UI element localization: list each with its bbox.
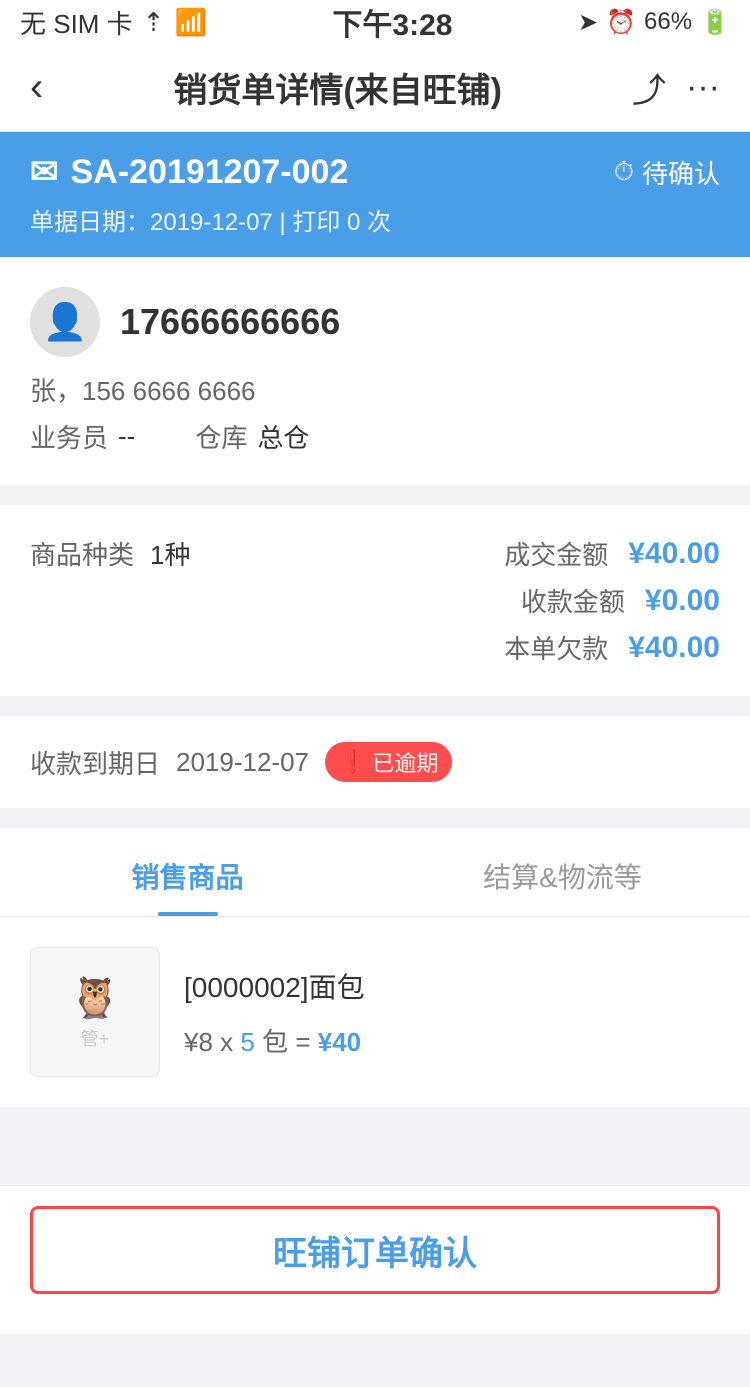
product-owl-icon: 🦉 [70, 974, 120, 1021]
product-type-row: 商品种类 1种 [30, 535, 190, 572]
product-item: 🦉 管+ [0000002]面包 ¥8 x 5 包 = ¥40 [30, 947, 720, 1077]
customer-meta: 业务员 -- 仓库 总仓 [30, 418, 720, 455]
avatar-icon: 👤 [43, 301, 88, 343]
price-value: ¥8 [184, 1027, 213, 1057]
product-info: [0000002]面包 ¥8 x 5 包 = ¥40 [184, 966, 720, 1059]
overdue-date: 2019-12-07 [176, 747, 309, 778]
product-unit: 包 [262, 1027, 288, 1057]
overdue-badge-text: 已逾期 [372, 746, 438, 778]
order-header: ✉ SA-20191207-002 ⏱ 待确认 单据日期：2019-12-07 … [0, 132, 750, 257]
bottom-btn-area: 旺铺订单确认 [0, 1185, 750, 1334]
product-name: [0000002]面包 [184, 966, 720, 1006]
salesperson-value: -- [118, 421, 135, 452]
status-time: 下午3:28 [332, 0, 452, 44]
product-image-inner: 🦉 管+ [70, 974, 120, 1051]
tab-products[interactable]: 销售商品 [0, 828, 375, 916]
overdue-label: 收款到期日 [30, 744, 160, 781]
avatar: 👤 [30, 287, 100, 357]
warehouse-item: 仓库 总仓 [195, 418, 309, 455]
product-price: ¥8 x 5 包 = ¥40 [184, 1022, 720, 1059]
status-clock-icon: ⏱ [614, 156, 634, 188]
customer-section: 👤 17666666666 张，156 6666 6666 业务员 -- 仓库 … [0, 257, 750, 485]
summary-section: 商品种类 1种 成交金额 ¥40.00 收款金额 ¥0.00 本单欠款 ¥40.… [0, 505, 750, 696]
received-label: 收款金额 [521, 582, 625, 619]
status-left: 无 SIM 卡 ⇡ 📶 [20, 4, 207, 41]
back-button[interactable]: ‹ [30, 65, 43, 110]
status-right: ➤ ⏰ 66% 🔋 [578, 8, 730, 37]
multiply-sign: x [220, 1027, 233, 1057]
wifi-icon: ⇡ [143, 7, 165, 38]
confirm-btn-label: 旺铺订单确认 [273, 1226, 477, 1275]
order-icon: ✉ [30, 152, 59, 192]
received-value: ¥0.00 [645, 584, 720, 618]
received-row: 收款金额 ¥0.00 [521, 582, 720, 619]
wifi-signal: 📶 [174, 7, 206, 38]
location-icon: ➤ [578, 8, 598, 37]
amount-row: 成交金额 ¥40.00 [504, 535, 720, 572]
amounts-column: 成交金额 ¥40.00 收款金额 ¥0.00 本单欠款 ¥40.00 [504, 535, 720, 666]
confirm-button[interactable]: 旺铺订单确认 [30, 1206, 720, 1294]
product-qty: 5 [240, 1027, 254, 1057]
product-image: 🦉 管+ [30, 947, 160, 1077]
battery-icon: 🔋 [700, 8, 730, 37]
salesperson-item: 业务员 -- [30, 418, 135, 455]
tabs: 销售商品 结算&物流等 [0, 828, 750, 917]
tab-settlement-label: 结算&物流等 [483, 862, 642, 893]
overdue-badge-icon: ❗ [339, 749, 366, 775]
amount-value: ¥40.00 [628, 537, 720, 571]
customer-contact: 张，156 6666 6666 [30, 371, 720, 408]
alarm-icon: ⏰ [606, 8, 636, 37]
owed-value: ¥40.00 [628, 631, 720, 665]
salesperson-label: 业务员 [30, 418, 108, 455]
more-icon[interactable]: ··· [686, 68, 720, 107]
product-section: 🦉 管+ [0000002]面包 ¥8 x 5 包 = ¥40 [0, 917, 750, 1107]
product-type-value: 1种 [150, 535, 190, 572]
share-icon[interactable]: ⤴ [632, 63, 666, 112]
warehouse-value: 总仓 [257, 418, 309, 455]
status-bar: 无 SIM 卡 ⇡ 📶 下午3:28 ➤ ⏰ 66% 🔋 [0, 0, 750, 44]
order-date: 单据日期：2019-12-07 | 打印 0 次 [30, 202, 720, 237]
owed-row: 本单欠款 ¥40.00 [504, 629, 720, 666]
product-brand-text: 管+ [81, 1025, 110, 1051]
page-title: 销货单详情(来自旺铺) [173, 63, 502, 112]
overdue-section: 收款到期日 2019-12-07 ❗ 已逾期 [0, 716, 750, 808]
warehouse-label: 仓库 [195, 418, 247, 455]
customer-phone: 17666666666 [120, 301, 340, 343]
nav-bar: ‹ 销货单详情(来自旺铺) ⤴ ··· [0, 44, 750, 132]
tab-products-label: 销售商品 [131, 862, 243, 893]
product-type-label: 商品种类 [30, 535, 134, 572]
equals-sign: = [295, 1027, 310, 1057]
tabs-container: 销售商品 结算&物流等 [0, 828, 750, 917]
order-id-text: SA-20191207-002 [71, 153, 349, 192]
amount-label: 成交金额 [504, 535, 608, 572]
sim-status: 无 SIM 卡 [20, 4, 133, 41]
tab-settlement[interactable]: 结算&物流等 [375, 828, 750, 916]
owed-label: 本单欠款 [504, 629, 608, 666]
order-status: ⏱ 待确认 [614, 154, 720, 191]
nav-actions: ⤴ ··· [632, 63, 720, 112]
battery-level: 66% [644, 8, 692, 36]
status-text: 待确认 [642, 154, 720, 191]
order-id-row: ✉ SA-20191207-002 [30, 152, 348, 192]
overdue-badge: ❗ 已逾期 [325, 742, 452, 782]
product-total: ¥40 [318, 1027, 361, 1057]
